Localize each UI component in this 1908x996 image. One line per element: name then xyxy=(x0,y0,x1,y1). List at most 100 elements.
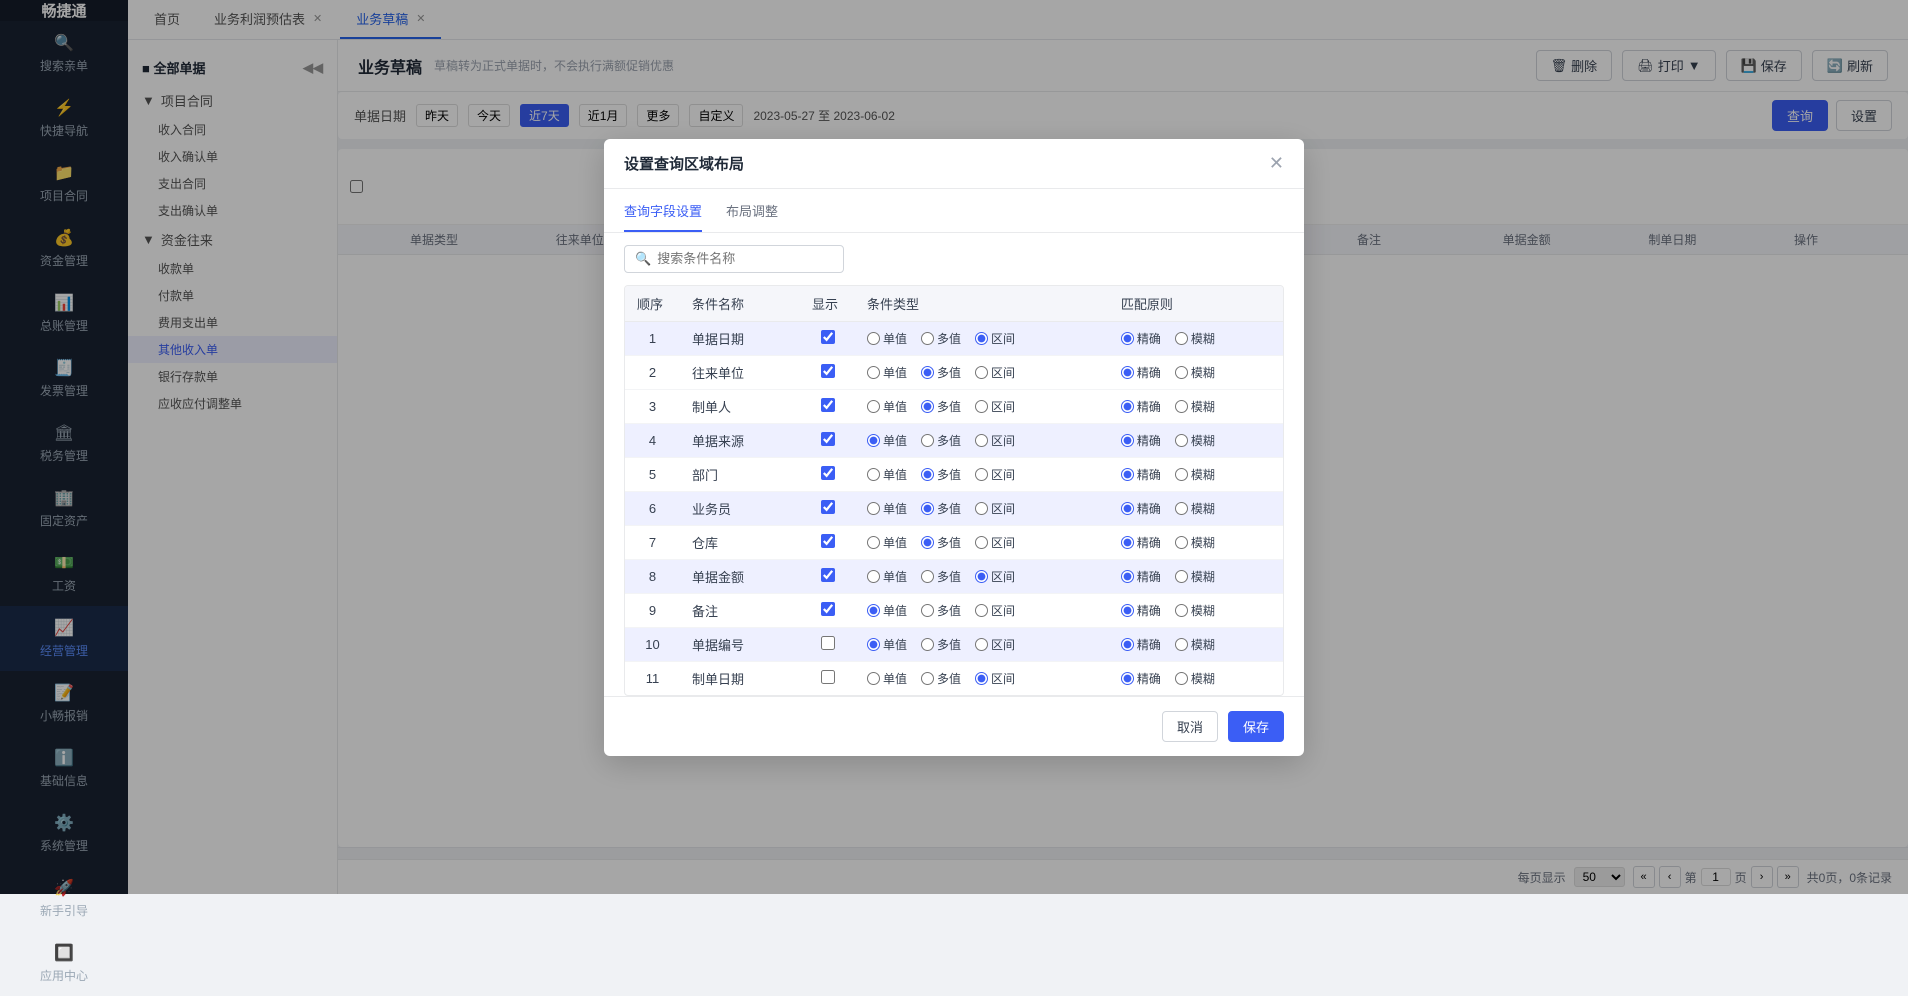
type-single-label[interactable]: 单值 xyxy=(867,364,907,381)
row-show[interactable] xyxy=(800,593,855,627)
match-fuzzy-radio[interactable] xyxy=(1175,672,1188,685)
type-single-radio[interactable] xyxy=(867,672,880,685)
type-range-radio[interactable] xyxy=(975,400,988,413)
match-fuzzy-radio[interactable] xyxy=(1175,434,1188,447)
type-range-radio[interactable] xyxy=(975,502,988,515)
type-range-radio[interactable] xyxy=(975,672,988,685)
match-fuzzy-radio[interactable] xyxy=(1175,536,1188,549)
match-fuzzy-radio[interactable] xyxy=(1175,638,1188,651)
type-range-label[interactable]: 区间 xyxy=(975,568,1015,585)
match-fuzzy-label[interactable]: 模糊 xyxy=(1175,670,1215,687)
row-show[interactable] xyxy=(800,355,855,389)
match-fuzzy-label[interactable]: 模糊 xyxy=(1175,602,1215,619)
type-multi-radio[interactable] xyxy=(921,638,934,651)
type-single-label[interactable]: 单值 xyxy=(867,534,907,551)
type-single-label[interactable]: 单值 xyxy=(867,670,907,687)
row-show[interactable] xyxy=(800,491,855,525)
show-checkbox[interactable] xyxy=(821,636,835,650)
match-fuzzy-radio[interactable] xyxy=(1175,332,1188,345)
match-precise-label[interactable]: 精确 xyxy=(1121,398,1161,415)
match-precise-radio[interactable] xyxy=(1121,400,1134,413)
match-precise-label[interactable]: 精确 xyxy=(1121,670,1161,687)
dialog-close-button[interactable]: ✕ xyxy=(1269,154,1284,172)
match-precise-radio[interactable] xyxy=(1121,672,1134,685)
type-single-label[interactable]: 单值 xyxy=(867,432,907,449)
type-single-radio[interactable] xyxy=(867,502,880,515)
type-single-label[interactable]: 单值 xyxy=(867,398,907,415)
row-show[interactable] xyxy=(800,423,855,457)
type-multi-label[interactable]: 多值 xyxy=(921,636,961,653)
type-multi-radio[interactable] xyxy=(921,434,934,447)
show-checkbox[interactable] xyxy=(821,568,835,582)
dialog-save-button[interactable]: 保存 xyxy=(1228,711,1284,742)
type-multi-label[interactable]: 多值 xyxy=(921,330,961,347)
type-single-radio[interactable] xyxy=(867,468,880,481)
match-fuzzy-radio[interactable] xyxy=(1175,604,1188,617)
type-range-label[interactable]: 区间 xyxy=(975,432,1015,449)
type-multi-radio[interactable] xyxy=(921,536,934,549)
type-single-radio[interactable] xyxy=(867,366,880,379)
row-show[interactable] xyxy=(800,525,855,559)
show-checkbox[interactable] xyxy=(821,432,835,446)
type-multi-label[interactable]: 多值 xyxy=(921,398,961,415)
match-fuzzy-label[interactable]: 模糊 xyxy=(1175,432,1215,449)
type-range-radio[interactable] xyxy=(975,570,988,583)
type-range-radio[interactable] xyxy=(975,332,988,345)
type-range-label[interactable]: 区间 xyxy=(975,602,1015,619)
type-single-label[interactable]: 单值 xyxy=(867,636,907,653)
type-range-label[interactable]: 区间 xyxy=(975,364,1015,381)
type-range-radio[interactable] xyxy=(975,604,988,617)
match-precise-radio[interactable] xyxy=(1121,434,1134,447)
match-fuzzy-label[interactable]: 模糊 xyxy=(1175,500,1215,517)
show-checkbox[interactable] xyxy=(821,364,835,378)
show-checkbox[interactable] xyxy=(821,602,835,616)
type-single-radio[interactable] xyxy=(867,570,880,583)
match-precise-label[interactable]: 精确 xyxy=(1121,568,1161,585)
type-multi-label[interactable]: 多值 xyxy=(921,602,961,619)
type-single-radio[interactable] xyxy=(867,536,880,549)
search-input[interactable] xyxy=(657,251,833,266)
row-show[interactable] xyxy=(800,457,855,491)
type-multi-label[interactable]: 多值 xyxy=(921,534,961,551)
type-multi-label[interactable]: 多值 xyxy=(921,432,961,449)
type-range-label[interactable]: 区间 xyxy=(975,500,1015,517)
row-show[interactable] xyxy=(800,661,855,695)
type-multi-label[interactable]: 多值 xyxy=(921,670,961,687)
type-multi-radio[interactable] xyxy=(921,604,934,617)
type-multi-label[interactable]: 多值 xyxy=(921,568,961,585)
match-fuzzy-radio[interactable] xyxy=(1175,570,1188,583)
type-multi-radio[interactable] xyxy=(921,502,934,515)
tab-layout-adjust[interactable]: 布局调整 xyxy=(726,201,778,232)
type-multi-radio[interactable] xyxy=(921,468,934,481)
type-range-label[interactable]: 区间 xyxy=(975,670,1015,687)
match-precise-label[interactable]: 精确 xyxy=(1121,534,1161,551)
match-precise-radio[interactable] xyxy=(1121,604,1134,617)
type-multi-radio[interactable] xyxy=(921,400,934,413)
type-range-label[interactable]: 区间 xyxy=(975,534,1015,551)
match-fuzzy-label[interactable]: 模糊 xyxy=(1175,568,1215,585)
match-fuzzy-radio[interactable] xyxy=(1175,502,1188,515)
cancel-button[interactable]: 取消 xyxy=(1162,711,1218,742)
match-precise-radio[interactable] xyxy=(1121,638,1134,651)
type-multi-radio[interactable] xyxy=(921,570,934,583)
type-multi-label[interactable]: 多值 xyxy=(921,466,961,483)
type-range-label[interactable]: 区间 xyxy=(975,636,1015,653)
tab-query-fields[interactable]: 查询字段设置 xyxy=(624,201,702,232)
show-checkbox[interactable] xyxy=(821,330,835,344)
type-range-radio[interactable] xyxy=(975,536,988,549)
show-checkbox[interactable] xyxy=(821,534,835,548)
match-fuzzy-radio[interactable] xyxy=(1175,468,1188,481)
type-single-radio[interactable] xyxy=(867,400,880,413)
type-single-label[interactable]: 单值 xyxy=(867,602,907,619)
row-show[interactable] xyxy=(800,627,855,661)
type-single-radio[interactable] xyxy=(867,434,880,447)
show-checkbox[interactable] xyxy=(821,500,835,514)
show-checkbox[interactable] xyxy=(821,670,835,684)
match-fuzzy-radio[interactable] xyxy=(1175,366,1188,379)
match-precise-label[interactable]: 精确 xyxy=(1121,364,1161,381)
type-multi-label[interactable]: 多值 xyxy=(921,364,961,381)
type-multi-radio[interactable] xyxy=(921,332,934,345)
type-range-radio[interactable] xyxy=(975,638,988,651)
match-fuzzy-label[interactable]: 模糊 xyxy=(1175,534,1215,551)
match-fuzzy-radio[interactable] xyxy=(1175,400,1188,413)
